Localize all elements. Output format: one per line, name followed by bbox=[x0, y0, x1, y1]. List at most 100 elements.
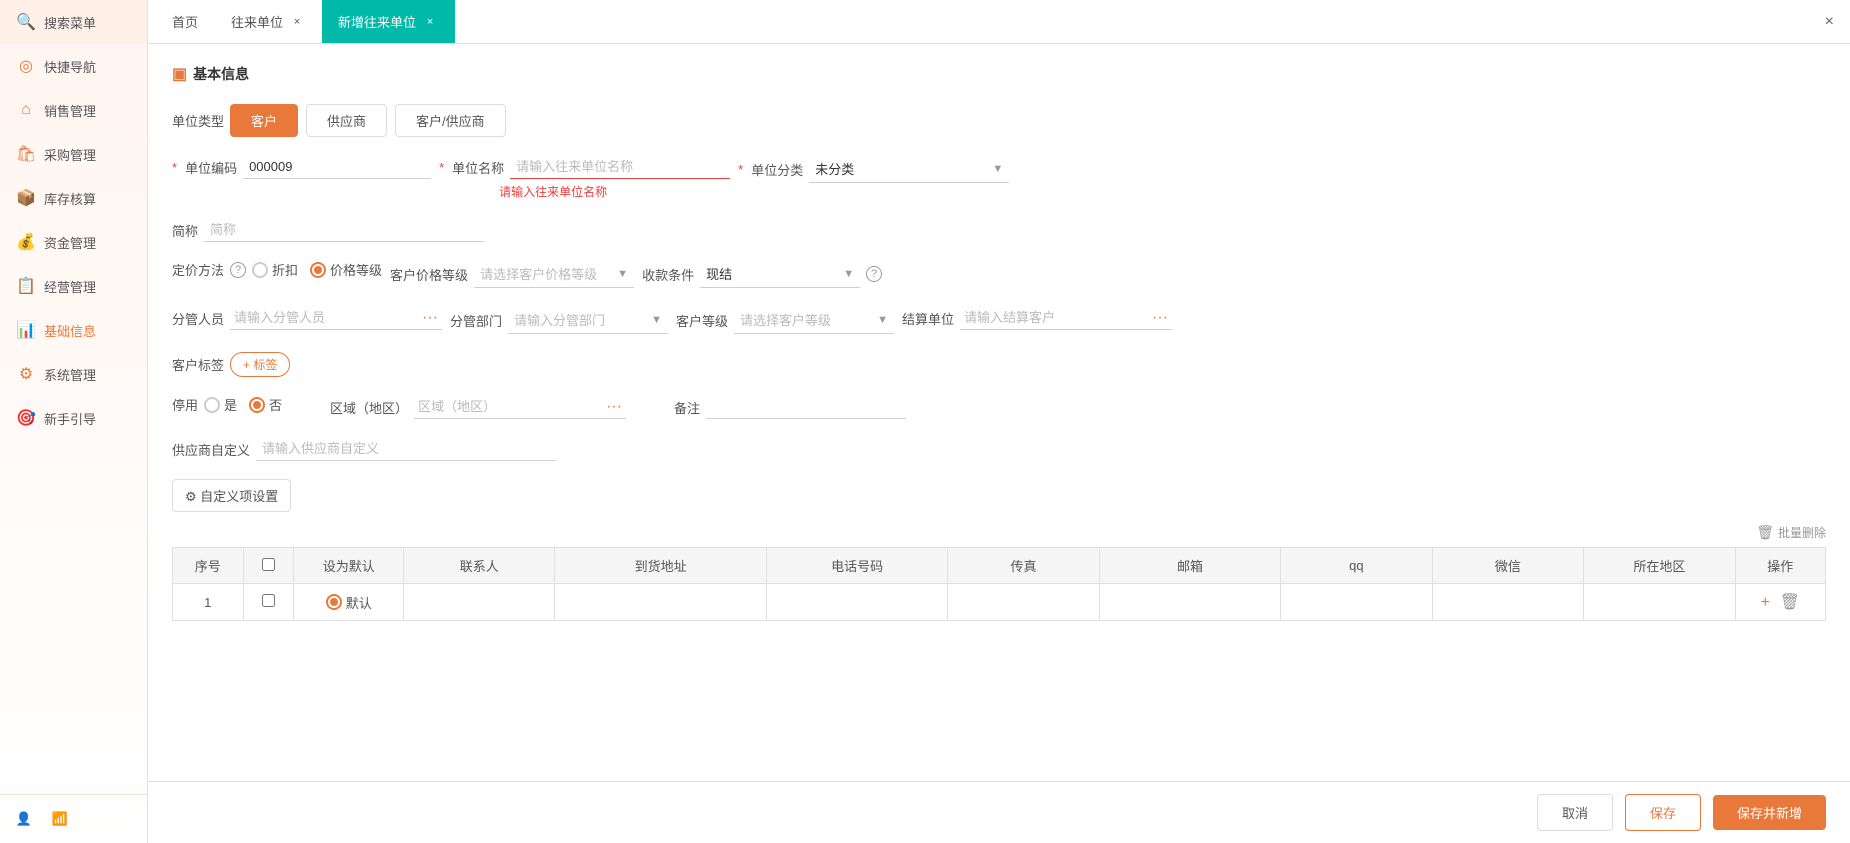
fax-input[interactable] bbox=[984, 595, 1064, 610]
row-wechat-cell bbox=[1432, 584, 1583, 621]
contact-input[interactable] bbox=[439, 595, 519, 610]
tab-partners[interactable]: 往来单位 × bbox=[215, 0, 322, 43]
region-field: 区域（地区） ··· bbox=[330, 395, 626, 419]
pricing-row: 定价方法 ? 折扣 价格等级 客户价格等级 请选择客户价格等级 bbox=[172, 260, 1826, 288]
col-fax: 传真 bbox=[948, 548, 1099, 584]
manager-input[interactable] bbox=[230, 306, 414, 329]
sidebar-item-search[interactable]: 🔍 搜索菜单 bbox=[0, 0, 147, 44]
qq-input[interactable] bbox=[1316, 595, 1396, 610]
row-email-cell bbox=[1099, 584, 1280, 621]
region-input[interactable] bbox=[414, 395, 598, 418]
unit-category-select[interactable]: 未分类 ▼ bbox=[809, 155, 1009, 183]
signal-icon[interactable]: 📶 bbox=[44, 803, 76, 835]
batch-delete-area: 🗑 批量删除 bbox=[172, 524, 1826, 541]
unit-name-error: 请输入往来单位名称 bbox=[499, 183, 607, 200]
sales-icon: ⌂ bbox=[16, 100, 36, 120]
region-label: 区域（地区） bbox=[330, 398, 408, 417]
section-basic-info: ▣ 基本信息 bbox=[172, 64, 1826, 84]
price-level-radio[interactable] bbox=[310, 262, 326, 278]
phone-input[interactable] bbox=[807, 595, 907, 610]
short-name-input[interactable] bbox=[204, 218, 484, 242]
add-row-btn[interactable]: + bbox=[1761, 594, 1770, 611]
manager-more-btn[interactable]: ··· bbox=[418, 309, 442, 327]
col-region: 所在地区 bbox=[1584, 548, 1735, 584]
action-bar: 取消 保存 保存并新增 bbox=[148, 781, 1850, 843]
pricing-label: 定价方法 bbox=[172, 260, 224, 279]
type-btn-customer[interactable]: 客户 bbox=[230, 104, 298, 137]
tab-home[interactable]: 首页 bbox=[156, 0, 215, 43]
default-radio-option[interactable]: 默认 bbox=[304, 593, 392, 612]
payment-help-icon[interactable]: ? bbox=[866, 266, 882, 282]
tab-new-partner-close[interactable]: × bbox=[422, 14, 438, 30]
supplier-custom-field: 供应商自定义 bbox=[172, 437, 556, 461]
supplier-custom-row: 供应商自定义 bbox=[172, 437, 1826, 461]
pricing-help-icon[interactable]: ? bbox=[230, 262, 246, 278]
sidebar-item-quick-nav[interactable]: ◎ 快捷导航 bbox=[0, 44, 147, 88]
user-icon[interactable]: 👤 bbox=[8, 803, 40, 835]
unit-name-input[interactable] bbox=[510, 155, 730, 179]
price-level-option[interactable]: 价格等级 bbox=[310, 260, 382, 279]
sidebar-item-operations[interactable]: 📋 经营管理 bbox=[0, 264, 147, 308]
sidebar-item-system[interactable]: ⚙ 系统管理 bbox=[0, 352, 147, 396]
yes-radio[interactable] bbox=[204, 397, 220, 413]
tags-field: 客户标签 + 标签 bbox=[172, 352, 290, 377]
row-contact-cell bbox=[403, 584, 554, 621]
department-field: 分管部门 请输入分管部门 ▼ bbox=[450, 306, 668, 334]
add-tag-button[interactable]: + 标签 bbox=[230, 352, 290, 377]
row-checkbox-cell bbox=[243, 584, 294, 621]
customer-price-select[interactable]: 请选择客户价格等级 ▼ bbox=[474, 260, 634, 288]
tab-partners-close[interactable]: × bbox=[289, 14, 305, 30]
yes-option[interactable]: 是 bbox=[204, 395, 237, 414]
sidebar-item-guide[interactable]: 🎯 新手引导 bbox=[0, 396, 147, 440]
type-btn-both[interactable]: 客户/供应商 bbox=[395, 104, 506, 137]
disabled-label: 停用 bbox=[172, 395, 198, 414]
manager-row: 分管人员 ··· 分管部门 请输入分管部门 ▼ 客户等级 请选择客户等级 ▼ bbox=[172, 306, 1826, 334]
address-input[interactable] bbox=[601, 595, 721, 610]
form-area: ▣ 基本信息 单位类型 客户 供应商 客户/供应商 * 单位编码 bbox=[148, 44, 1850, 781]
unit-type-buttons: 客户 供应商 客户/供应商 bbox=[230, 104, 506, 137]
customer-level-select[interactable]: 请选择客户等级 ▼ bbox=[734, 306, 894, 334]
short-name-row: 简称 bbox=[172, 218, 1826, 242]
no-radio[interactable] bbox=[249, 397, 265, 413]
custom-settings-button[interactable]: ⚙ 自定义项设置 bbox=[172, 479, 291, 512]
code-name-category-row: * 单位编码 * 单位名称 请输入往来单位名称 * 单位分类 未分类 ▼ bbox=[172, 155, 1826, 200]
select-all-checkbox[interactable] bbox=[262, 558, 275, 571]
notes-input[interactable] bbox=[706, 395, 906, 419]
unit-code-input[interactable] bbox=[243, 155, 431, 179]
sidebar-item-basics[interactable]: 📊 基础信息 bbox=[0, 308, 147, 352]
no-option[interactable]: 否 bbox=[249, 395, 282, 414]
batch-delete-label[interactable]: 批量删除 bbox=[1778, 524, 1826, 541]
sidebar-item-inventory[interactable]: 📦 库存核算 bbox=[0, 176, 147, 220]
save-button[interactable]: 保存 bbox=[1625, 794, 1701, 831]
supplier-custom-input[interactable] bbox=[256, 437, 556, 461]
cancel-button[interactable]: 取消 bbox=[1537, 794, 1613, 831]
row-checkbox[interactable] bbox=[262, 594, 275, 607]
payment-terms-select[interactable]: 现结 ▼ bbox=[700, 260, 860, 288]
settlement-input[interactable] bbox=[960, 306, 1144, 329]
row-region-input[interactable] bbox=[1619, 595, 1699, 610]
tab-new-partner[interactable]: 新增往来单位 × bbox=[322, 0, 455, 43]
sidebar-item-sales[interactable]: ⌂ 销售管理 bbox=[0, 88, 147, 132]
settlement-more-btn[interactable]: ··· bbox=[1148, 309, 1172, 327]
customer-level-field: 客户等级 请选择客户等级 ▼ bbox=[676, 306, 894, 334]
default-radio[interactable] bbox=[326, 594, 342, 610]
unit-code-field: * 单位编码 bbox=[172, 155, 431, 179]
wechat-input[interactable] bbox=[1468, 595, 1548, 610]
disabled-region-notes-row: 停用 是 否 区域（地区） ··· bbox=[172, 395, 1826, 419]
type-btn-supplier[interactable]: 供应商 bbox=[306, 104, 387, 137]
save-new-button[interactable]: 保存并新增 bbox=[1713, 795, 1826, 830]
delete-row-btn[interactable]: 🗑 bbox=[1780, 594, 1800, 611]
customer-price-field: 客户价格等级 请选择客户价格等级 ▼ bbox=[390, 260, 634, 288]
sidebar-item-purchase[interactable]: 🛍 采购管理 bbox=[0, 132, 147, 176]
email-input[interactable] bbox=[1140, 595, 1240, 610]
discount-option[interactable]: 折扣 bbox=[252, 260, 298, 279]
discount-radio[interactable] bbox=[252, 262, 268, 278]
sidebar-item-finance[interactable]: 💰 资金管理 bbox=[0, 220, 147, 264]
window-close-button[interactable]: × bbox=[1817, 13, 1842, 31]
table-row: 1 默认 bbox=[173, 584, 1826, 621]
department-select[interactable]: 请输入分管部门 ▼ bbox=[508, 306, 668, 334]
short-name-label: 简称 bbox=[172, 221, 198, 240]
tab-bar: 首页 往来单位 × 新增往来单位 × × bbox=[148, 0, 1850, 44]
region-more-btn[interactable]: ··· bbox=[602, 398, 626, 416]
short-name-field: 简称 bbox=[172, 218, 484, 242]
